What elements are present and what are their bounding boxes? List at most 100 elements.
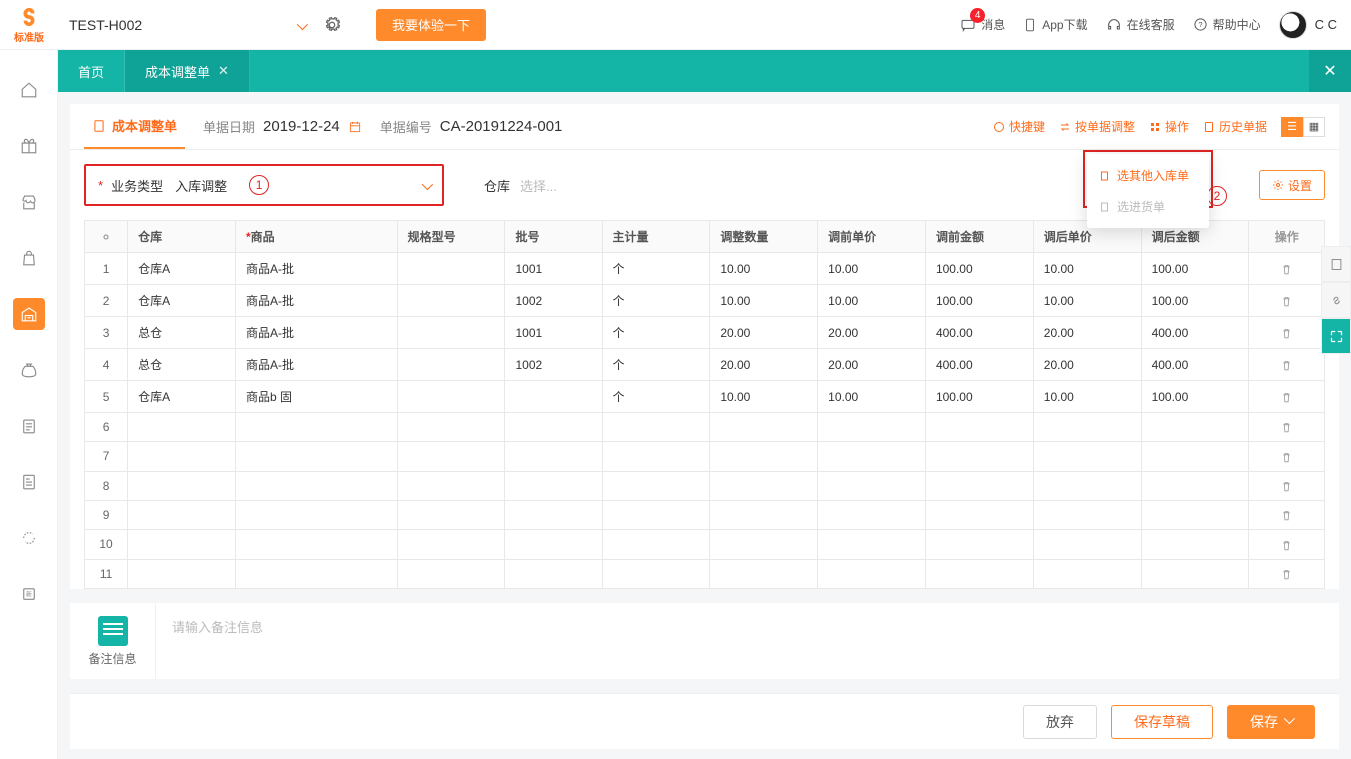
avatar	[1279, 11, 1307, 39]
table-row[interactable]: 9	[85, 500, 1325, 529]
remark-input[interactable]: 请输入备注信息	[156, 603, 1339, 679]
nav-warehouse[interactable]	[13, 298, 45, 330]
table-row[interactable]: 4总仓商品A-批1002个20.0020.00400.0020.00400.00	[85, 349, 1325, 381]
col-spec[interactable]: 规格型号	[397, 221, 505, 253]
operate-link[interactable]: 操作	[1149, 118, 1189, 135]
trash-icon	[1280, 295, 1293, 308]
select-purchase-in-doc: 选进货单	[1087, 191, 1209, 222]
col-price-before[interactable]: 调前单价	[818, 221, 926, 253]
delete-row-button[interactable]	[1249, 413, 1325, 442]
trash-icon	[1280, 568, 1293, 581]
grid-wrap: 仓库 *商品 规格型号 批号 主计量 调整数量 调前单价 调前金额 调后单价 调…	[70, 220, 1339, 589]
rail-link[interactable]	[1321, 282, 1351, 318]
col-config[interactable]	[85, 221, 128, 253]
experience-button[interactable]: 我要体验一下	[376, 9, 486, 41]
tenant-select[interactable]: TEST-H002	[58, 9, 316, 41]
shortcut-link[interactable]: 快捷键	[993, 118, 1045, 135]
calendar-icon[interactable]	[348, 120, 362, 134]
phone-icon	[1023, 17, 1037, 33]
select-other-in-doc[interactable]: 选其他入库单	[1087, 160, 1209, 191]
nav-doc[interactable]	[13, 466, 45, 498]
col-batch[interactable]: 批号	[505, 221, 602, 253]
expand-icon	[1329, 329, 1344, 344]
delete-row-button[interactable]	[1249, 559, 1325, 588]
view-toggle[interactable]: ☰ ▦	[1281, 117, 1325, 137]
save-button[interactable]: 保存	[1227, 705, 1315, 739]
user-name: C C	[1315, 17, 1337, 32]
trash-icon	[1280, 327, 1293, 340]
remark-icon	[98, 616, 128, 646]
delete-row-button[interactable]	[1249, 381, 1325, 413]
new-icon: 新	[20, 585, 38, 603]
tab-home[interactable]: 首页	[58, 50, 125, 92]
nav-bag[interactable]	[13, 242, 45, 274]
delete-row-button[interactable]	[1249, 317, 1325, 349]
gear-icon	[1272, 179, 1284, 191]
right-rail	[1321, 246, 1351, 354]
rail-expand[interactable]	[1321, 318, 1351, 354]
history-link[interactable]: 历史单据	[1203, 118, 1267, 135]
col-warehouse[interactable]: 仓库	[128, 221, 236, 253]
warehouse-select[interactable]: 仓库 选择...	[484, 176, 557, 195]
side-nav: 新	[0, 50, 58, 759]
tab-cost-adjust[interactable]: 成本调整单 ✕	[125, 50, 250, 92]
app-download-link[interactable]: App下载	[1023, 16, 1087, 33]
nav-sync[interactable]	[13, 522, 45, 554]
table-row[interactable]: 11	[85, 559, 1325, 588]
discard-button[interactable]: 放弃	[1023, 705, 1097, 739]
col-amount-before[interactable]: 调前金额	[925, 221, 1033, 253]
trash-icon	[1280, 509, 1293, 522]
nav-store[interactable]	[13, 186, 45, 218]
nav-report[interactable]	[13, 410, 45, 442]
top-header: 标准版 TEST-H002 我要体验一下 消息 4 App下载 在线客服 ? 帮…	[0, 0, 1351, 50]
key-icon	[993, 121, 1005, 133]
close-icon[interactable]: ✕	[218, 63, 229, 79]
doc-date: 单据日期 2019-12-24	[203, 117, 362, 136]
nav-gift[interactable]	[13, 130, 45, 162]
svg-text:新: 新	[25, 590, 31, 598]
nav-finance[interactable]	[13, 354, 45, 386]
col-qty[interactable]: 调整数量	[710, 221, 818, 253]
remark-card: 备注信息 请输入备注信息	[70, 603, 1339, 679]
save-draft-button[interactable]: 保存草稿	[1111, 705, 1213, 739]
clipboard-icon	[20, 417, 38, 435]
table-row[interactable]: 8	[85, 471, 1325, 500]
table-row[interactable]: 1仓库A商品A-批1001个10.0010.00100.0010.00100.0…	[85, 253, 1325, 285]
delete-row-button[interactable]	[1249, 442, 1325, 471]
col-uom[interactable]: 主计量	[602, 221, 710, 253]
delete-row-button[interactable]	[1249, 471, 1325, 500]
table-row[interactable]: 2仓库A商品A-批1002个10.0010.00100.0010.00100.0…	[85, 285, 1325, 317]
card-view-icon[interactable]: ▦	[1303, 117, 1325, 137]
rail-notes[interactable]	[1321, 246, 1351, 282]
chevron-down-icon	[1284, 716, 1292, 727]
nav-home[interactable]	[13, 74, 45, 106]
trash-icon	[1280, 480, 1293, 493]
delete-row-button[interactable]	[1249, 349, 1325, 381]
list-view-icon[interactable]: ☰	[1281, 117, 1303, 137]
messages-link[interactable]: 消息 4	[960, 16, 1005, 33]
annotation-2: 2	[1207, 186, 1227, 206]
delete-row-button[interactable]	[1249, 530, 1325, 559]
user-menu[interactable]: C C	[1279, 11, 1337, 39]
table-row[interactable]: 7	[85, 442, 1325, 471]
table-row[interactable]: 5仓库A商品b 固个10.0010.00100.0010.00100.00	[85, 381, 1325, 413]
col-product[interactable]: *商品	[235, 221, 397, 253]
customer-service-link[interactable]: 在线客服	[1106, 16, 1175, 33]
delete-row-button[interactable]	[1249, 500, 1325, 529]
delete-row-button[interactable]	[1249, 253, 1325, 285]
nav-new[interactable]: 新	[13, 578, 45, 610]
tenant-settings-button[interactable]	[316, 16, 348, 33]
biz-type-select[interactable]: * 业务类型 入库调整 1	[84, 164, 444, 206]
close-all-tabs[interactable]: ✕	[1309, 50, 1351, 92]
help-center-link[interactable]: ? 帮助中心	[1193, 16, 1261, 33]
table-row[interactable]: 10	[85, 530, 1325, 559]
table-row[interactable]: 6	[85, 413, 1325, 442]
by-doc-adjust-link[interactable]: 按单据调整	[1059, 118, 1135, 135]
grid-settings-button[interactable]: 设置	[1259, 170, 1325, 200]
history-doc-icon	[1203, 121, 1215, 133]
trash-icon	[1280, 451, 1293, 464]
remark-icon-col: 备注信息	[70, 603, 156, 679]
filter-row: * 业务类型 入库调整 1 仓库 选择... 选其他入库单	[70, 150, 1339, 220]
delete-row-button[interactable]	[1249, 285, 1325, 317]
table-row[interactable]: 3总仓商品A-批1001个20.0020.00400.0020.00400.00	[85, 317, 1325, 349]
